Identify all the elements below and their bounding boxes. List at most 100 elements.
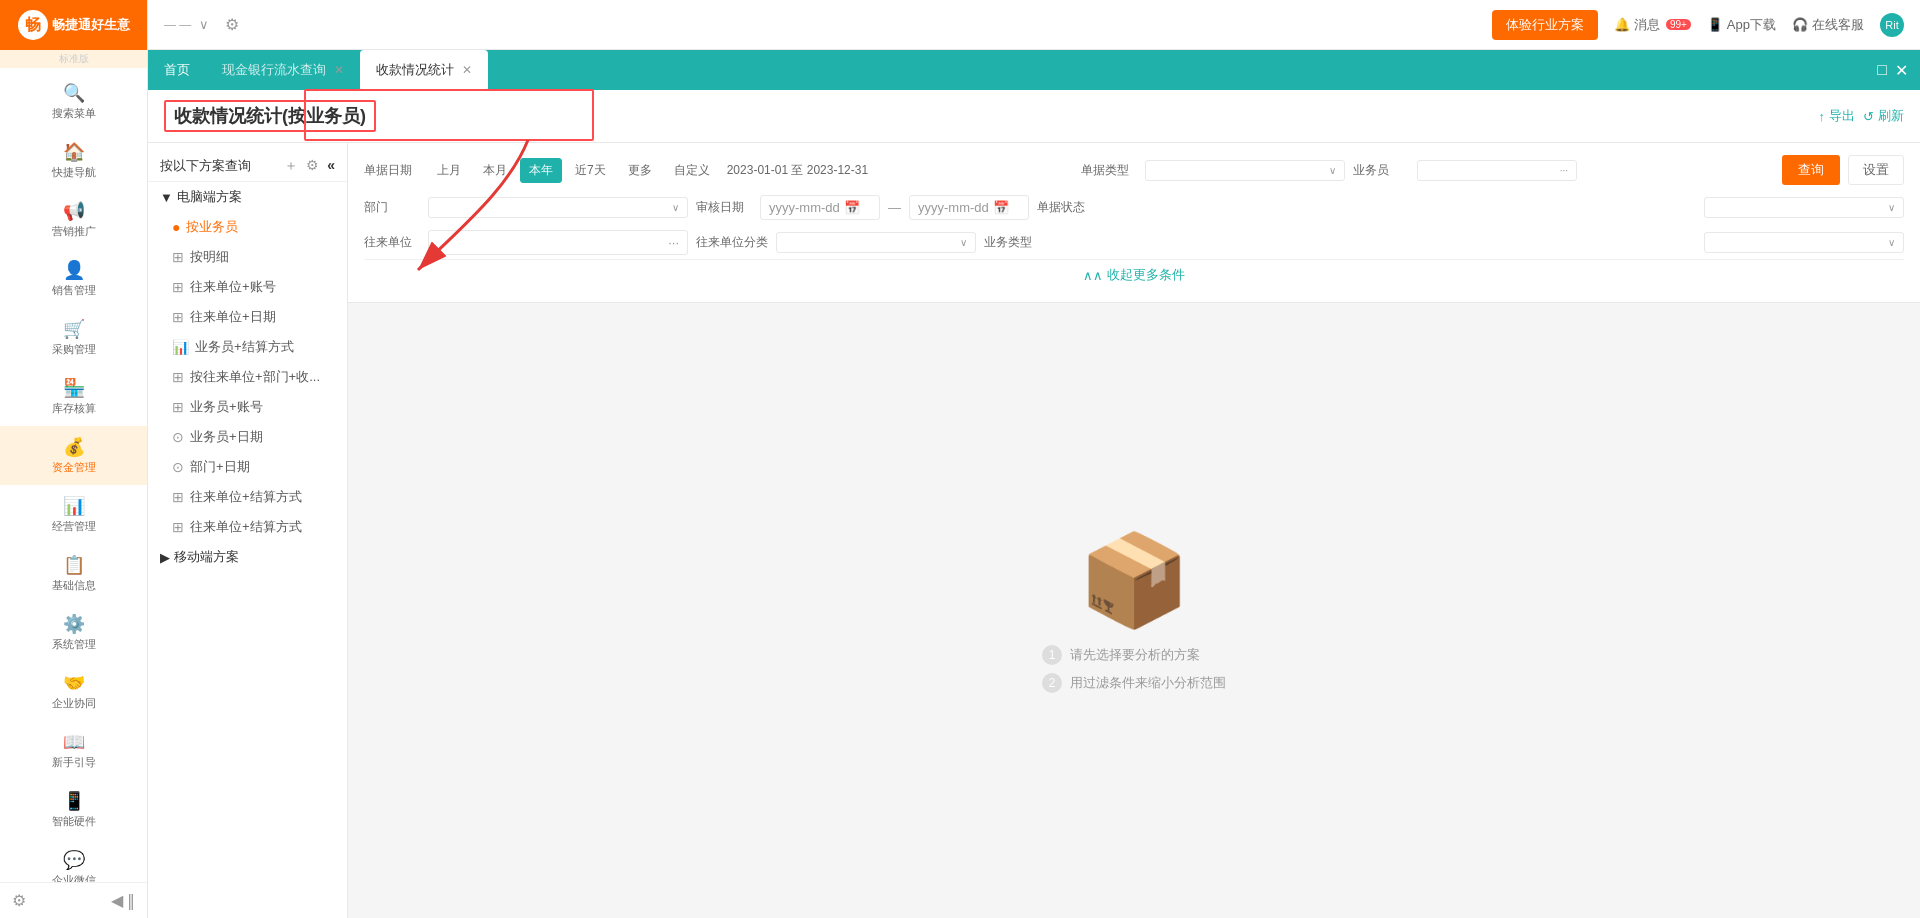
sidebar-label-enterprise: 企业协同 (52, 696, 96, 711)
sidebar-label-wechat: 企业微信 (52, 873, 96, 882)
online-service-btn[interactable]: 🎧 在线客服 (1792, 16, 1864, 34)
home-icon: 🏠 (63, 141, 85, 163)
review-date-from-calendar[interactable]: 📅 (844, 200, 860, 215)
panel-header: 按以下方案查询 ＋ ⚙ « (148, 151, 347, 182)
voucher-status-select[interactable]: ∨ (1704, 197, 1904, 218)
partner-unit-dots[interactable]: ··· (668, 235, 679, 250)
app-icon: 📱 (1707, 17, 1723, 32)
empty-text: 1 请先选择要分析的方案 2 用过滤条件来缩小分析范围 (1042, 645, 1226, 693)
tree-item-partner-settlement2[interactable]: ⊞ 往来单位+结算方式 (160, 512, 347, 542)
dept-select[interactable]: ∨ (428, 197, 688, 218)
window-restore-icon[interactable]: □ (1877, 61, 1887, 79)
main-area: — — ∨ ⚙ 体验行业方案 🔔 消息 99+ 📱 App下载 🎧 在线客服 R… (148, 0, 1920, 918)
collapse-sidebar-icon[interactable]: ◀ ‖ (111, 891, 135, 910)
service-label: 在线客服 (1812, 16, 1864, 34)
sidebar-item-wechat[interactable]: 💬 企业微信 (0, 839, 147, 882)
tab-bank-label: 现金银行流水查询 (222, 61, 326, 79)
review-date-to[interactable]: yyyy-mm-dd 📅 (909, 195, 1029, 220)
settings-bottom-icon[interactable]: ⚙ (12, 891, 26, 910)
partner-account-icon: ⊞ (172, 279, 184, 295)
sidebar-item-system[interactable]: ⚙️ 系统管理 (0, 603, 147, 662)
breadcrumb-arrow[interactable]: ∨ (199, 17, 209, 32)
partner-category-select[interactable]: ∨ (776, 232, 976, 253)
voucher-type-select[interactable]: ∨ (1145, 160, 1345, 181)
date-btn-7days[interactable]: 近7天 (566, 158, 615, 183)
sidebar-item-basic[interactable]: 📋 基础信息 (0, 544, 147, 603)
tree-item-dept-date[interactable]: ⊙ 部门+日期 (160, 452, 347, 482)
sidebar-item-purchase[interactable]: 🛒 采购管理 (0, 308, 147, 367)
tree-item-partner-date-label: 往来单位+日期 (190, 308, 276, 326)
tab-collection[interactable]: 收款情况统计 ✕ (360, 50, 488, 90)
refresh-icon: ↺ (1863, 109, 1874, 124)
date-btn-this-year[interactable]: 本年 (520, 158, 562, 183)
tree-item-salesperson-settlement[interactable]: 📊 业务员+结算方式 (160, 332, 347, 362)
setting-button[interactable]: 设置 (1848, 155, 1904, 185)
sidebar-item-enterprise[interactable]: 🤝 企业协同 (0, 662, 147, 721)
tree-item-salesperson-label: 按业务员 (186, 218, 238, 236)
dept-date-icon: ⊙ (172, 459, 184, 475)
review-date-to-calendar[interactable]: 📅 (993, 200, 1009, 215)
salesperson-more-icon[interactable]: ··· (1560, 165, 1568, 176)
scheme-settings-icon[interactable]: ⚙ (306, 157, 319, 175)
sidebar-nav: 🔍 搜索菜单 🏠 快捷导航 📢 营销推广 👤 销售管理 🛒 采购管理 🏪 库存核… (0, 68, 147, 882)
user-avatar[interactable]: Rit (1880, 13, 1904, 37)
sidebar-item-search[interactable]: 🔍 搜索菜单 (0, 72, 147, 131)
sidebar-edition: 标准版 (0, 50, 147, 68)
date-btn-custom[interactable]: 自定义 (665, 158, 719, 183)
step-num-2: 2 (1042, 673, 1062, 693)
date-btn-more[interactable]: 更多 (619, 158, 661, 183)
window-close-icon[interactable]: ✕ (1895, 61, 1908, 80)
tree-item-partner-date[interactable]: ⊞ 往来单位+日期 (160, 302, 347, 332)
tree-item-partner-account[interactable]: ⊞ 往来单位+账号 (160, 272, 347, 302)
tree-item-partner-settlement2-label: 往来单位+结算方式 (190, 518, 302, 536)
tree-item-partner-settlement1[interactable]: ⊞ 往来单位+结算方式 (160, 482, 347, 512)
review-date-from-placeholder: yyyy-mm-dd (769, 200, 840, 215)
sidebar-item-marketing[interactable]: 📢 营销推广 (0, 190, 147, 249)
sidebar-item-hardware[interactable]: 📱 智能硬件 (0, 780, 147, 839)
sidebar-item-guide[interactable]: 📖 新手引导 (0, 721, 147, 780)
sidebar-item-quicknav[interactable]: 🏠 快捷导航 (0, 131, 147, 190)
business-type-select[interactable]: ∨ (1704, 232, 1904, 253)
tree-item-salesperson-date[interactable]: ⊙ 业务员+日期 (160, 422, 347, 452)
settings-icon[interactable]: ⚙ (225, 15, 239, 34)
sidebar-item-sales[interactable]: 👤 销售管理 (0, 249, 147, 308)
tab-bank-close[interactable]: ✕ (334, 63, 344, 77)
step-2-label: 用过滤条件来缩小分析范围 (1070, 674, 1226, 692)
tab-bank[interactable]: 现金银行流水查询 ✕ (206, 50, 360, 90)
sidebar-item-finance[interactable]: 💰 资金管理 (0, 426, 147, 485)
topbar: — — ∨ ⚙ 体验行业方案 🔔 消息 99+ 📱 App下载 🎧 在线客服 R… (148, 0, 1920, 50)
tree-item-by-salesperson[interactable]: ● 按业务员 (160, 212, 347, 242)
sidebar-item-operation[interactable]: 📊 经营管理 (0, 485, 147, 544)
panel-header-icons: ＋ ⚙ « (284, 157, 335, 175)
app-download-btn[interactable]: 📱 App下载 (1707, 16, 1776, 34)
notification-btn[interactable]: 🔔 消息 99+ (1614, 16, 1691, 34)
tree-item-salesperson-account[interactable]: ⊞ 业务员+账号 (160, 392, 347, 422)
sidebar-label-sales: 销售管理 (52, 283, 96, 298)
guide-icon: 📖 (63, 731, 85, 753)
refresh-button[interactable]: ↺ 刷新 (1863, 107, 1904, 125)
add-scheme-icon[interactable]: ＋ (284, 157, 298, 175)
collapse-panel-icon[interactable]: « (327, 157, 335, 175)
date-btn-last-month[interactable]: 上月 (428, 158, 470, 183)
review-date-from[interactable]: yyyy-mm-dd 📅 (760, 195, 880, 220)
tree-item-detail-label: 按明细 (190, 248, 229, 266)
tab-home[interactable]: 首页 (148, 50, 206, 90)
query-button[interactable]: 查询 (1782, 155, 1840, 185)
tree-item-partner-dept[interactable]: ⊞ 按往来单位+部门+收... (160, 362, 347, 392)
export-button[interactable]: ↑ 导出 (1819, 107, 1856, 125)
tree-mobile-group[interactable]: ▶ 移动端方案 (148, 542, 347, 572)
tree-pc-group[interactable]: ▼ 电脑端方案 (148, 182, 347, 212)
app-label: App下载 (1727, 16, 1776, 34)
logo-text: 畅捷通好生意 (52, 17, 130, 33)
sidebar-item-inventory[interactable]: 🏪 库存核算 (0, 367, 147, 426)
date-btn-this-month[interactable]: 本月 (474, 158, 516, 183)
salesperson-select[interactable]: ··· (1417, 160, 1577, 181)
tabbar: 首页 现金银行流水查询 ✕ 收款情况统计 ✕ □ ✕ (148, 50, 1920, 90)
partner-unit-input[interactable]: ··· (428, 230, 688, 255)
tab-collection-close[interactable]: ✕ (462, 63, 472, 77)
trial-button[interactable]: 体验行业方案 (1492, 10, 1598, 40)
tree-pc-arrow: ▼ (160, 190, 173, 205)
tree-item-by-detail[interactable]: ⊞ 按明细 (160, 242, 347, 272)
sidebar-label-basic: 基础信息 (52, 578, 96, 593)
collapse-more-btn[interactable]: ∧∧ 收起更多条件 (364, 259, 1904, 290)
